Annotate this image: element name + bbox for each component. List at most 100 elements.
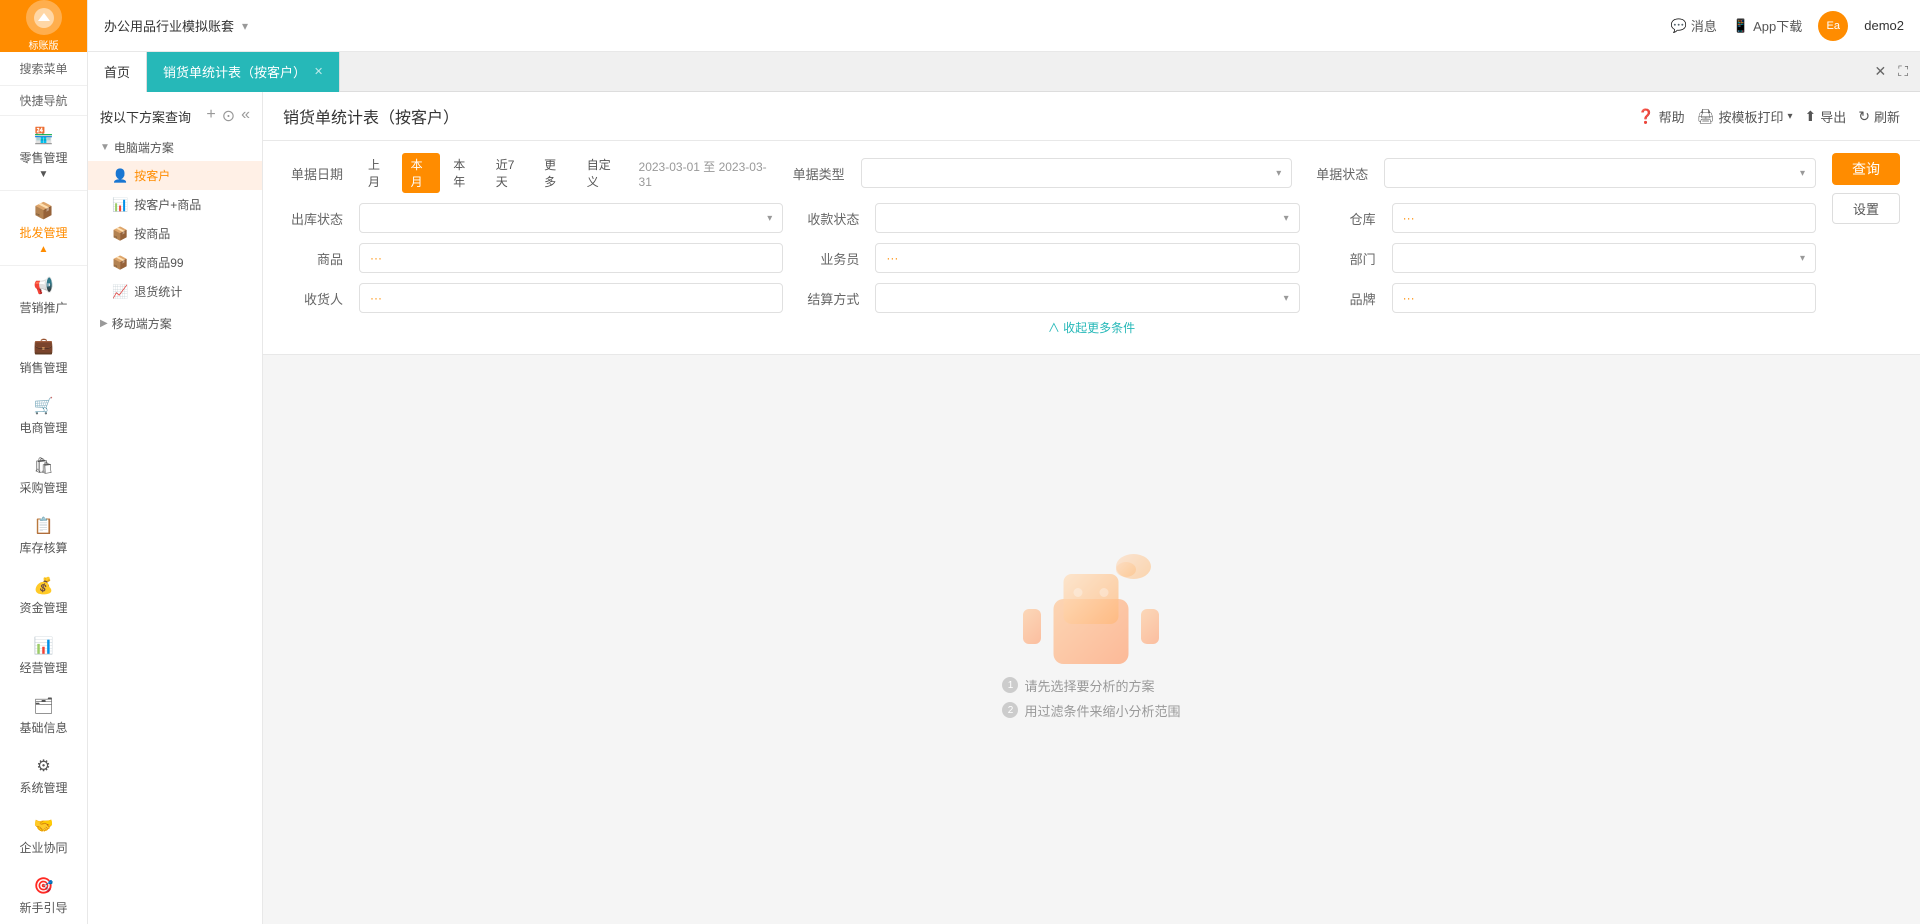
receiver-select[interactable]: ··· — [359, 283, 783, 313]
refresh-button[interactable]: ↻ 刷新 — [1858, 107, 1900, 126]
retail-icon: 🏪 — [34, 126, 54, 146]
robot-left-eye — [1074, 588, 1083, 597]
search-label[interactable]: 搜索菜单 — [19, 62, 67, 76]
return-stats-icon: 📈 — [112, 284, 128, 300]
refresh-label: 刷新 — [1874, 107, 1900, 126]
salesperson-select[interactable]: ··· — [875, 243, 1299, 273]
sidebar-label-finance: 资金管理 — [19, 599, 67, 616]
sidebar-label-retail: 零售管理 — [19, 149, 67, 166]
sidebar-item-system[interactable]: ⚙ 系统管理 — [0, 746, 87, 806]
sidebar-menu: 🏪 零售管理 ▼ 📦 批发管理 ▲ 📢 营销推广 💼 销售管理 🛒 电商管理 🛍 — [0, 116, 87, 924]
tab-close-button[interactable]: ✕ — [1870, 59, 1890, 84]
tab-home[interactable]: 首页 — [88, 52, 147, 92]
custom-btn[interactable]: 自定义 — [578, 153, 627, 193]
user-avatar[interactable]: Ea — [1818, 11, 1848, 41]
sidebar-item-purchase[interactable]: 🛍 采购管理 — [0, 446, 87, 506]
sidebar-label-ecommerce: 电商管理 — [19, 419, 67, 436]
template-print-button[interactable]: 🖨 按模板打印 ▾ — [1697, 107, 1793, 126]
this-month-btn[interactable]: 本月 — [402, 153, 441, 193]
by-customer-icon: 👤 — [112, 168, 128, 184]
topbar-left: 办公用品行业模拟账套 ▾ — [104, 16, 248, 35]
sidebar-item-cooperation[interactable]: 🤝 企业协同 — [0, 806, 87, 866]
more-btn[interactable]: 更多 — [535, 153, 574, 193]
department-select[interactable]: ▾ — [1392, 243, 1816, 273]
export-button[interactable]: ⬆ 导出 — [1805, 107, 1847, 126]
scheme-item-by-goods99[interactable]: 📦 按商品99 — [88, 248, 262, 277]
order-status-arrow-icon: ▾ — [1800, 168, 1805, 179]
sidebar-item-finance[interactable]: 💰 资金管理 — [0, 566, 87, 626]
goods-select[interactable]: ··· — [359, 243, 783, 273]
shipment-select[interactable]: ▾ — [359, 203, 783, 233]
topbar-title: 办公用品行业模拟账套 — [104, 16, 234, 35]
sidebar-logo[interactable]: 标账版 — [0, 0, 87, 52]
order-type-select[interactable]: ▾ — [861, 158, 1293, 188]
main-area: 办公用品行业模拟账套 ▾ 💬 消息 📱 App下载 Ea demo2 首页 销货… — [88, 0, 1920, 924]
sidebar-item-operation[interactable]: 📊 经营管理 — [0, 626, 87, 686]
collapse-bar[interactable]: ∧ 收起更多条件 — [283, 313, 1900, 342]
mobile-group-title[interactable]: ▶ 移动端方案 — [88, 310, 262, 337]
export-icon: ⬆ — [1805, 108, 1817, 125]
sidebar-item-sales[interactable]: 💼 销售管理 — [0, 326, 87, 386]
messages-button[interactable]: 💬 消息 — [1671, 16, 1717, 35]
warehouse-select[interactable]: ··· — [1392, 203, 1816, 233]
sidebar-label-operation: 经营管理 — [19, 659, 67, 676]
logo-icon — [26, 0, 62, 35]
panel-header-label: 按以下方案查询 — [100, 107, 191, 126]
scheme-item-by-goods[interactable]: 📦 按商品 — [88, 219, 262, 248]
tab-sales-stats[interactable]: 销货单统计表（按客户） ✕ — [147, 52, 340, 92]
topbar-dropdown-icon[interactable]: ▾ — [242, 19, 248, 33]
this-year-btn[interactable]: 本年 — [444, 153, 483, 193]
sidebar-item-newbie[interactable]: 🎯 新手引导 — [0, 866, 87, 924]
quicknav-label[interactable]: 快捷导航 — [19, 94, 67, 108]
date-range-text: 2023-03-01 至 2023-03-31 — [639, 158, 769, 189]
sidebar-label-newbie: 新手引导 — [19, 899, 67, 916]
tab-maximize-icon[interactable]: ⛶ — [1894, 59, 1912, 84]
system-icon: ⚙ — [36, 756, 50, 776]
scheme-item-by-customer[interactable]: 👤 按客户 — [88, 161, 262, 190]
department-label: 部门 — [1316, 249, 1376, 268]
desktop-group-title[interactable]: ▼ 电脑端方案 — [88, 134, 262, 161]
sidebar-group-retail: 🏪 零售管理 ▼ — [0, 116, 87, 191]
app-download-button[interactable]: 📱 App下载 — [1733, 16, 1802, 35]
salesperson-label: 业务员 — [799, 249, 859, 268]
by-goods99-label: 按商品99 — [134, 254, 183, 271]
username-label[interactable]: demo2 — [1864, 18, 1904, 33]
robot-right-arm — [1141, 609, 1159, 644]
brand-select[interactable]: ··· — [1392, 283, 1816, 313]
add-scheme-button[interactable]: + — [206, 106, 215, 126]
settings-scheme-button[interactable]: ⊙ — [222, 106, 235, 126]
settlement-select[interactable]: ▾ — [875, 283, 1299, 313]
scheme-item-by-customer-goods[interactable]: 📊 按客户+商品 — [88, 190, 262, 219]
payment-select[interactable]: ▾ — [875, 203, 1299, 233]
last-month-btn[interactable]: 上月 — [359, 153, 398, 193]
newbie-icon: 🎯 — [34, 876, 54, 896]
sidebar-quicknav-item[interactable]: 快捷导航 — [0, 86, 87, 116]
settings-button[interactable]: 设置 — [1832, 193, 1900, 224]
sidebar-item-basic[interactable]: 🗂 基础信息 — [0, 686, 87, 746]
sidebar-item-wholesale[interactable]: 📦 批发管理 ▲ — [0, 191, 87, 265]
by-goods-label: 按商品 — [134, 225, 170, 242]
finance-icon: 💰 — [34, 576, 54, 596]
receiver-more-icon: ··· — [370, 291, 382, 305]
sidebar-item-ecommerce[interactable]: 🛒 电商管理 — [0, 386, 87, 446]
sidebar-item-inventory[interactable]: 📋 库存核算 — [0, 506, 87, 566]
tab-close-icon[interactable]: ✕ — [314, 65, 323, 78]
payment-label: 收款状态 — [799, 209, 859, 228]
help-label: 帮助 — [1659, 107, 1685, 126]
scheme-item-return-stats[interactable]: 📈 退货统计 — [88, 277, 262, 306]
refresh-icon: ↻ — [1858, 108, 1870, 125]
collapse-panel-button[interactable]: « — [241, 106, 250, 126]
last7-btn[interactable]: 近7天 — [487, 153, 531, 193]
retail-arrow-icon: ▼ — [39, 169, 49, 180]
sidebar-search-item[interactable]: 搜索菜单 — [0, 52, 87, 86]
payment-arrow-icon: ▾ — [1284, 213, 1289, 224]
tip-num-1: 1 — [1002, 677, 1018, 693]
tabbar: 首页 销货单统计表（按客户） ✕ ✕ ⛶ — [88, 52, 1920, 92]
mobile-scheme-group: ▶ 移动端方案 — [88, 308, 262, 339]
order-status-select[interactable]: ▾ — [1384, 158, 1816, 188]
sidebar-item-marketing[interactable]: 📢 营销推广 — [0, 266, 87, 326]
query-button[interactable]: 查询 — [1832, 153, 1900, 185]
help-button[interactable]: ❓ 帮助 — [1637, 107, 1684, 126]
sidebar-item-retail[interactable]: 🏪 零售管理 ▼ — [0, 116, 87, 190]
return-stats-label: 退货统计 — [134, 283, 182, 300]
